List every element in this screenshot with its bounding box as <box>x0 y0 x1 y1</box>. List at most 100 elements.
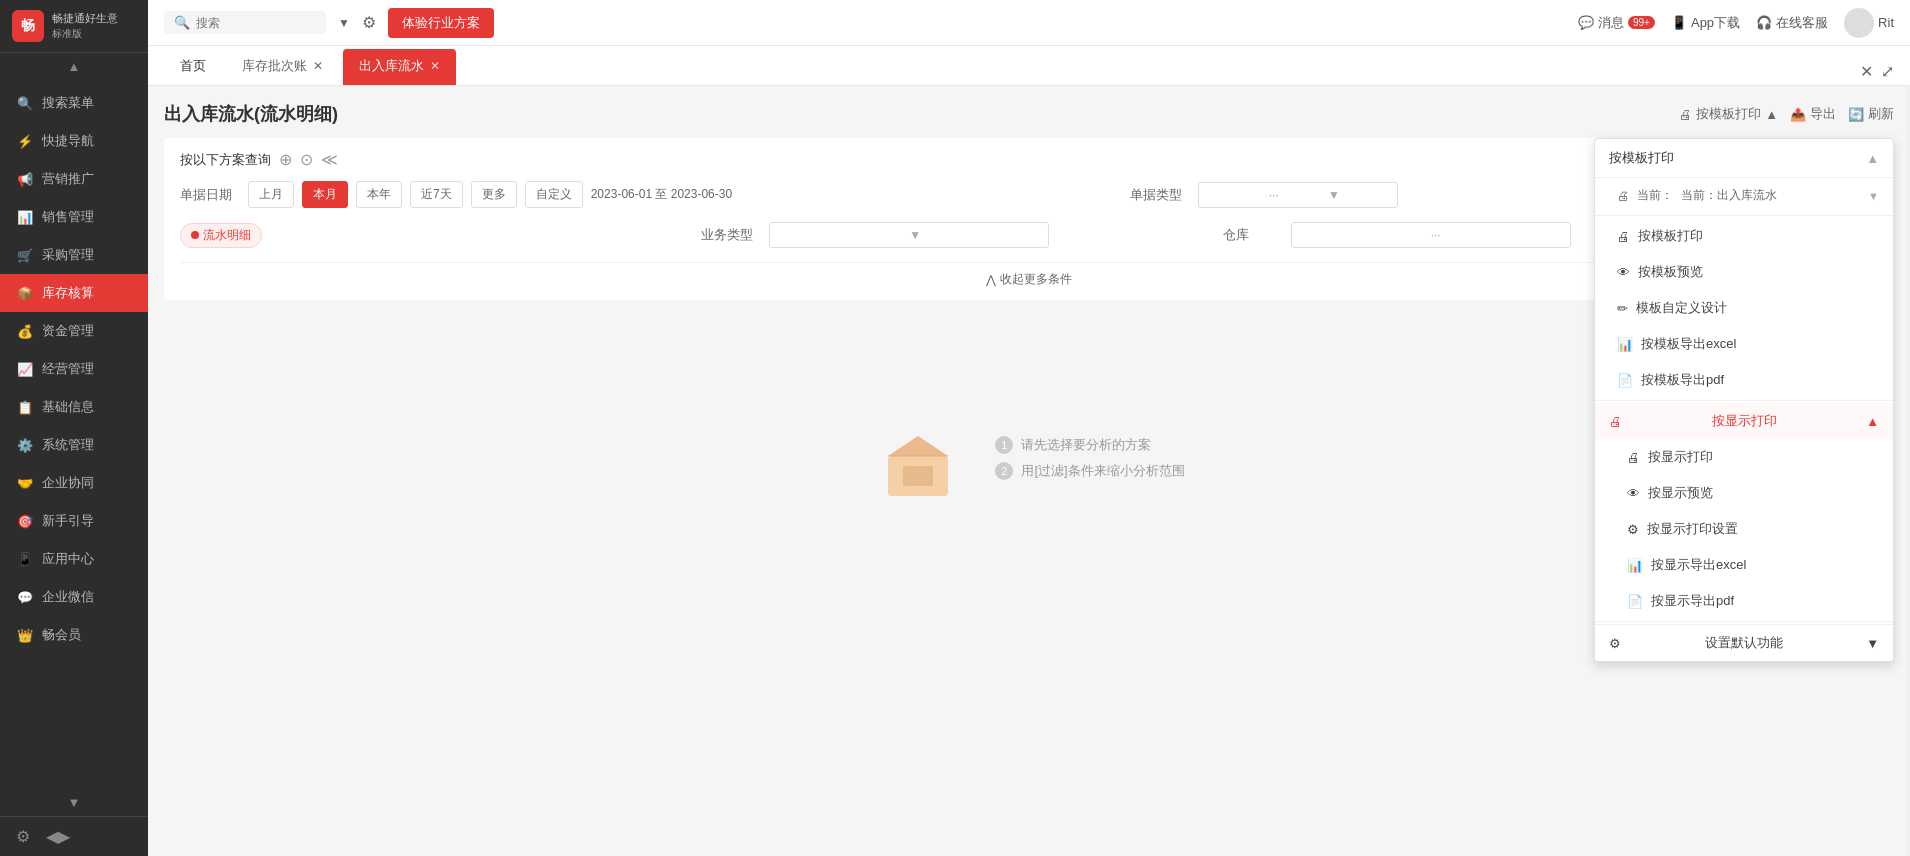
panel-collapse-arrow[interactable]: ▲ <box>1866 151 1879 166</box>
export-btn[interactable]: 📤 导出 <box>1790 105 1836 123</box>
date-this-year-btn[interactable]: 本年 <box>356 181 402 208</box>
headset-icon: 🎧 <box>1756 15 1772 30</box>
sidebar-item-label-purchase: 采购管理 <box>42 246 94 264</box>
date-last-month-btn[interactable]: 上月 <box>248 181 294 208</box>
sidebar-item-inventory[interactable]: 📦 库存核算 <box>0 274 148 312</box>
panel-footer[interactable]: ⚙ 设置默认功能 ▼ <box>1595 624 1893 661</box>
sidebar-item-enterprise-coop[interactable]: 🤝 企业协同 <box>0 464 148 502</box>
customer-service-action[interactable]: 🎧 在线客服 <box>1756 14 1828 32</box>
search-add-icon[interactable]: ⊕ <box>279 150 292 169</box>
sidebar-item-system[interactable]: ⚙️ 系统管理 <box>0 426 148 464</box>
refresh-btn[interactable]: 🔄 刷新 <box>1848 105 1894 123</box>
document-type-arrow-icon: ▼ <box>1328 188 1387 202</box>
template-export-excel-label: 按模板导出excel <box>1641 335 1736 353</box>
display-export-pdf-item[interactable]: 📄 按显示导出pdf <box>1595 583 1893 619</box>
message-action[interactable]: 💬 消息 99+ <box>1578 14 1655 32</box>
display-export-excel-item[interactable]: 📊 按显示导出excel <box>1595 547 1893 583</box>
message-badge: 99+ <box>1628 16 1655 29</box>
sidebar-item-quick-nav[interactable]: ⚡ 快捷导航 <box>0 122 148 160</box>
tab-expand-btn[interactable]: ⤢ <box>1881 62 1894 81</box>
topbar-settings-icon[interactable]: ⚙ <box>362 13 376 32</box>
template-preview-icon: 👁 <box>1617 265 1630 280</box>
template-print-label: 按模板打印 <box>1638 227 1703 245</box>
sidebar-item-finance[interactable]: 💰 资金管理 <box>0 312 148 350</box>
tab-batch-account-close[interactable]: ✕ <box>313 59 323 73</box>
tab-home[interactable]: 首页 <box>164 49 222 85</box>
topbar-search-box[interactable]: 🔍 <box>164 11 326 34</box>
sidebar-item-sales[interactable]: 📊 销售管理 <box>0 198 148 236</box>
tab-close-all-btn[interactable]: ✕ <box>1860 62 1873 81</box>
sidebar-logo: 畅 畅捷通好生意 标准版 <box>0 0 148 53</box>
template-export-excel-item[interactable]: 📊 按模板导出excel <box>1595 326 1893 362</box>
print-template-label: 按模板打印 <box>1696 105 1761 123</box>
tab-batch-account[interactable]: 库存批次账 ✕ <box>226 49 339 85</box>
template-custom-design-item[interactable]: ✏ 模板自定义设计 <box>1595 290 1893 326</box>
app-download-action[interactable]: 📱 App下载 <box>1671 14 1740 32</box>
print-template-btn[interactable]: 🖨 按模板打印 ▲ <box>1679 105 1778 123</box>
display-print-section-header[interactable]: 🖨 按显示打印 ▲ <box>1595 403 1893 439</box>
date-this-month-btn[interactable]: 本月 <box>302 181 348 208</box>
search-settings-icon[interactable]: ⊙ <box>300 150 313 169</box>
display-pdf-icon: 📄 <box>1627 594 1643 609</box>
sidebar-scroll-down[interactable]: ▼ <box>0 789 148 816</box>
warehouse-dropdown[interactable]: ··· <box>1291 222 1571 248</box>
inventory-icon: 📦 <box>16 284 34 302</box>
topbar-dropdown-arrow[interactable]: ▼ <box>338 16 350 30</box>
current-value: 当前：出入库流水 <box>1681 187 1777 204</box>
marketing-icon: 📢 <box>16 170 34 188</box>
tab-flow[interactable]: 出入库流水 ✕ <box>343 49 456 85</box>
template-print-item[interactable]: 🖨 按模板打印 <box>1595 218 1893 254</box>
collapse-sidebar-icon[interactable]: ◀▶ <box>46 827 70 846</box>
date-custom-btn[interactable]: 自定义 <box>525 181 583 208</box>
panel-divider-2 <box>1595 400 1893 401</box>
document-type-dropdown[interactable]: ··· ▼ <box>1198 182 1398 208</box>
message-icon: 💬 <box>1578 15 1594 30</box>
sidebar-item-beginner[interactable]: 🎯 新手引导 <box>0 502 148 540</box>
sidebar-bottom: ⚙ ◀▶ <box>0 816 148 856</box>
sidebar-item-basic-info[interactable]: 📋 基础信息 <box>0 388 148 426</box>
panel-current-item[interactable]: 🖨 当前： 当前：出入库流水 ▼ <box>1595 178 1893 213</box>
template-preview-item[interactable]: 👁 按模板预览 <box>1595 254 1893 290</box>
sidebar-item-search[interactable]: 🔍 搜索菜单 <box>0 84 148 122</box>
template-export-pdf-item[interactable]: 📄 按模板导出pdf <box>1595 362 1893 398</box>
export-label: 导出 <box>1810 105 1836 123</box>
sidebar-item-app-center[interactable]: 📱 应用中心 <box>0 540 148 578</box>
search-collapse-icon[interactable]: ≪ <box>321 150 338 169</box>
panel-title: 按模板打印 <box>1609 149 1674 167</box>
basic-info-icon: 📋 <box>16 398 34 416</box>
business-type-dropdown[interactable]: ▼ <box>769 222 1049 248</box>
sidebar-item-purchase[interactable]: 🛒 采购管理 <box>0 236 148 274</box>
sidebar-item-marketing[interactable]: 📢 营销推广 <box>0 160 148 198</box>
current-expand-icon: ▼ <box>1868 190 1879 202</box>
sidebar-item-operations[interactable]: 📈 经营管理 <box>0 350 148 388</box>
right-scroll-indicator <box>1906 86 1910 856</box>
sidebar-item-label-system: 系统管理 <box>42 436 94 454</box>
date-7days-btn[interactable]: 近7天 <box>410 181 463 208</box>
page-title: 出入库流水(流水明细) <box>164 102 338 126</box>
app-center-icon: 📱 <box>16 550 34 568</box>
sidebar-scroll-up[interactable]: ▲ <box>0 53 148 80</box>
sidebar-item-membership[interactable]: 👑 畅会员 <box>0 616 148 654</box>
sidebar-item-label-enterprise-coop: 企业协同 <box>42 474 94 492</box>
display-section-icon: 🖨 <box>1609 414 1622 429</box>
search-nav-icon: 🔍 <box>16 94 34 112</box>
tab-flow-close[interactable]: ✕ <box>430 59 440 73</box>
svg-marker-1 <box>888 436 948 456</box>
display-preview-item[interactable]: 👁 按显示预览 <box>1595 475 1893 511</box>
display-print-item[interactable]: 🖨 按显示打印 <box>1595 439 1893 475</box>
sidebar-item-enterprise-wx[interactable]: 💬 企业微信 <box>0 578 148 616</box>
logo-icon: 畅 <box>12 10 44 42</box>
tag-display-field: 流水明细 <box>180 223 685 248</box>
tab-home-label: 首页 <box>180 57 206 75</box>
flow-detail-tag[interactable]: 流水明细 <box>180 223 262 248</box>
display-print-settings-item[interactable]: ⚙ 按显示打印设置 <box>1595 511 1893 547</box>
empty-step-1: 1 请先选择要分析的方案 <box>995 436 1184 454</box>
step-1-text: 请先选择要分析的方案 <box>1021 436 1151 454</box>
topbar-search-input[interactable] <box>196 16 316 30</box>
date-more-btn[interactable]: 更多 <box>471 181 517 208</box>
print-chevron-up-icon: ▲ <box>1765 107 1778 122</box>
user-avatar-action[interactable]: Rit <box>1844 8 1894 38</box>
settings-bottom-icon[interactable]: ⚙ <box>16 827 30 846</box>
refresh-icon: 🔄 <box>1848 107 1864 122</box>
trial-btn[interactable]: 体验行业方案 <box>388 8 494 38</box>
